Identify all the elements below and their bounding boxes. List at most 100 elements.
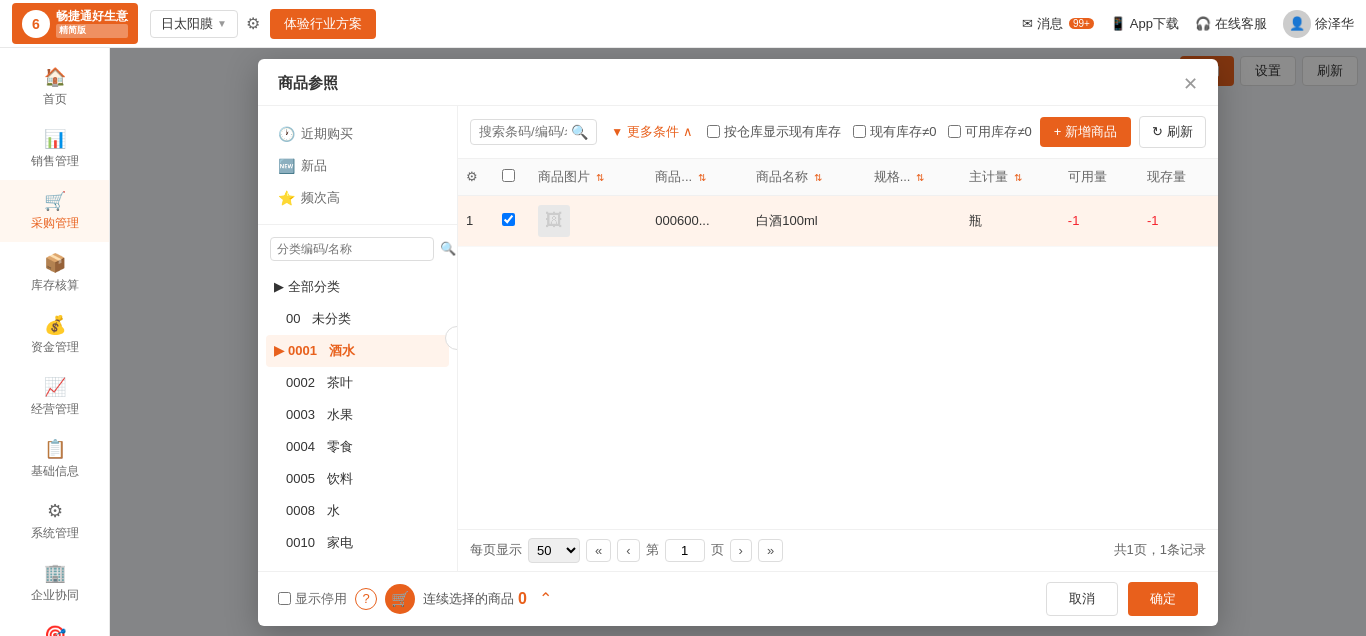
row-checkbox[interactable] bbox=[494, 195, 530, 246]
category-item-0003[interactable]: 0003 水果 bbox=[266, 399, 449, 431]
category-item-0004[interactable]: 0004 零食 bbox=[266, 431, 449, 463]
select-all-checkbox[interactable] bbox=[502, 169, 515, 182]
first-page-button[interactable]: « bbox=[586, 539, 611, 562]
confirm-button[interactable]: 确定 bbox=[1128, 582, 1198, 616]
sidebar-label-system: 系统管理 bbox=[31, 525, 79, 542]
selector-arrow-icon: ▼ bbox=[217, 18, 227, 29]
high-frequency-item[interactable]: ⭐ 频次高 bbox=[270, 182, 445, 214]
user-profile[interactable]: 👤 徐泽华 bbox=[1283, 10, 1354, 38]
refresh-button[interactable]: ↻ 刷新 bbox=[1139, 116, 1206, 148]
row-spec bbox=[866, 195, 962, 246]
product-thumbnail: 🖼 bbox=[538, 205, 570, 237]
row-stock: -1 bbox=[1139, 195, 1218, 246]
col-unit: 主计量 ⇅ bbox=[961, 159, 1060, 196]
page-size-select[interactable]: 20 50 100 bbox=[528, 538, 580, 563]
category-item-0002[interactable]: 0002 茶叶 bbox=[266, 367, 449, 399]
add-product-button[interactable]: + 新增商品 bbox=[1040, 117, 1131, 147]
checkbox-available-ne0[interactable] bbox=[948, 125, 961, 138]
product-search-input[interactable] bbox=[479, 124, 567, 139]
category-item-0010[interactable]: 0010 家电 bbox=[266, 527, 449, 559]
page-prefix-label: 第 bbox=[646, 541, 659, 559]
sidebar-item-purchase[interactable]: 🛒 采购管理 bbox=[0, 180, 109, 242]
inventory-icon: 📦 bbox=[44, 252, 66, 274]
row-index: 1 bbox=[458, 195, 494, 246]
sidebar-item-home[interactable]: 🏠 首页 bbox=[0, 56, 109, 118]
checkbox-stock-ne0[interactable] bbox=[853, 125, 866, 138]
col-settings[interactable]: ⚙ bbox=[458, 159, 494, 196]
sidebar-item-sales[interactable]: 📊 销售管理 bbox=[0, 118, 109, 180]
left-sidebar: 🏠 首页 📊 销售管理 🛒 采购管理 📦 库存核算 💰 资金管理 📈 经营管理 … bbox=[0, 48, 110, 636]
checkbox-available-label[interactable]: 可用库存≠0 bbox=[948, 123, 1031, 141]
checkbox-warehouse-label[interactable]: 按仓库显示现有库存 bbox=[707, 123, 841, 141]
modal-left-panel: 《 🕐 近期购买 🆕 新品 ⭐ 频次高 bbox=[258, 106, 458, 571]
footer-left: 显示停用 ? 🛒 连续选择的商品 0 ⌃ bbox=[278, 584, 552, 614]
category-item-0008[interactable]: 0008 水 bbox=[266, 495, 449, 527]
footer-right: 取消 确定 bbox=[1046, 582, 1198, 616]
row-code: 000600... bbox=[647, 195, 748, 246]
category-item-00[interactable]: 00 未分类 bbox=[266, 303, 449, 335]
checkbox-stock-label[interactable]: 现有库存≠0 bbox=[853, 123, 936, 141]
sidebar-item-newbie[interactable]: 🎯 新手引导 bbox=[0, 614, 109, 636]
display-disabled-area: 显示停用 bbox=[278, 590, 347, 608]
trial-button[interactable]: 体验行业方案 bbox=[270, 9, 376, 39]
messages-nav-item[interactable]: ✉ 消息 99+ bbox=[1022, 15, 1094, 33]
sidebar-item-business[interactable]: 📈 经营管理 bbox=[0, 366, 109, 428]
store-selector[interactable]: 日太阳膜 ▼ bbox=[150, 10, 238, 38]
next-page-button[interactable]: › bbox=[730, 539, 752, 562]
app-download-nav-item[interactable]: 📱 App下载 bbox=[1110, 15, 1179, 33]
checkbox-warehouse[interactable] bbox=[707, 125, 720, 138]
product-search-icon[interactable]: 🔍 bbox=[571, 124, 588, 140]
messages-badge: 99+ bbox=[1069, 18, 1094, 29]
frequency-icon: ⭐ bbox=[278, 190, 295, 206]
product-table-body: 1 🖼 000600... 白酒100ml 瓶 -1 -1 bbox=[458, 195, 1218, 246]
modal-footer: 显示停用 ? 🛒 连续选择的商品 0 ⌃ 取消 确定 bbox=[258, 571, 1218, 626]
sidebar-label-finance: 资金管理 bbox=[31, 339, 79, 356]
settings-gear-icon[interactable]: ⚙ bbox=[246, 14, 260, 33]
service-nav-item[interactable]: 🎧 在线客服 bbox=[1195, 15, 1267, 33]
sidebar-item-system[interactable]: ⚙ 系统管理 bbox=[0, 490, 109, 552]
filter-icon: ▼ bbox=[611, 125, 623, 139]
filter-more-button[interactable]: ▼ 更多条件 ∧ bbox=[605, 119, 699, 145]
cart-icon: 🛒 bbox=[385, 584, 415, 614]
page-number-input[interactable] bbox=[665, 539, 705, 562]
sort-spec-icon: ⇅ bbox=[916, 172, 924, 183]
sidebar-item-basic[interactable]: 📋 基础信息 bbox=[0, 428, 109, 490]
category-item-0005[interactable]: 0005 饮料 bbox=[266, 463, 449, 495]
sidebar-item-finance[interactable]: 💰 资金管理 bbox=[0, 304, 109, 366]
cancel-button[interactable]: 取消 bbox=[1046, 582, 1118, 616]
headset-icon: 🎧 bbox=[1195, 16, 1211, 31]
table-row[interactable]: 1 🖼 000600... 白酒100ml 瓶 -1 -1 bbox=[458, 195, 1218, 246]
newbie-icon: 🎯 bbox=[44, 624, 66, 636]
category-search-icon[interactable]: 🔍 bbox=[440, 241, 456, 256]
modal-body: 《 🕐 近期购买 🆕 新品 ⭐ 频次高 bbox=[258, 106, 1218, 571]
modal-right-panel: 🔍 ▼ 更多条件 ∧ 按仓库显示现有库存 bbox=[458, 106, 1218, 571]
sort-unit-icon: ⇅ bbox=[1014, 172, 1022, 183]
sidebar-item-enterprise[interactable]: 🏢 企业协同 bbox=[0, 552, 109, 614]
avatar: 👤 bbox=[1283, 10, 1311, 38]
nav-right: ✉ 消息 99+ 📱 App下载 🎧 在线客服 👤 徐泽华 bbox=[1022, 10, 1354, 38]
prev-page-button[interactable]: ‹ bbox=[617, 539, 639, 562]
col-available: 可用量 bbox=[1060, 159, 1139, 196]
category-all[interactable]: ▶ 全部分类 bbox=[266, 271, 449, 303]
last-page-button[interactable]: » bbox=[758, 539, 783, 562]
new-products-item[interactable]: 🆕 新品 bbox=[270, 150, 445, 182]
sidebar-label-inventory: 库存核算 bbox=[31, 277, 79, 294]
category-item-0001[interactable]: ▶ 0001 酒水 bbox=[266, 335, 449, 367]
display-disabled-checkbox[interactable] bbox=[278, 592, 291, 605]
phone-icon: 📱 bbox=[1110, 16, 1126, 31]
footer-collapse-button[interactable]: ⌃ bbox=[539, 589, 552, 608]
modal-title: 商品参照 bbox=[278, 74, 338, 93]
recent-purchase-item[interactable]: 🕐 近期购买 bbox=[270, 118, 445, 150]
new-icon: 🆕 bbox=[278, 158, 295, 174]
logo-icon: 6 bbox=[22, 10, 50, 38]
col-checkbox bbox=[494, 159, 530, 196]
logo: 6 畅捷通好生意 精简版 bbox=[12, 3, 138, 44]
sidebar-item-inventory[interactable]: 📦 库存核算 bbox=[0, 242, 109, 304]
col-spec: 规格... ⇅ bbox=[866, 159, 962, 196]
logo-text: 畅捷通好生意 精简版 bbox=[56, 9, 128, 38]
help-icon[interactable]: ? bbox=[355, 588, 377, 610]
category-search-input[interactable] bbox=[270, 237, 434, 261]
sort-code-icon: ⇅ bbox=[698, 172, 706, 183]
modal-close-icon[interactable]: ✕ bbox=[1183, 73, 1198, 95]
active-cat-arrow: ▶ bbox=[274, 343, 284, 358]
